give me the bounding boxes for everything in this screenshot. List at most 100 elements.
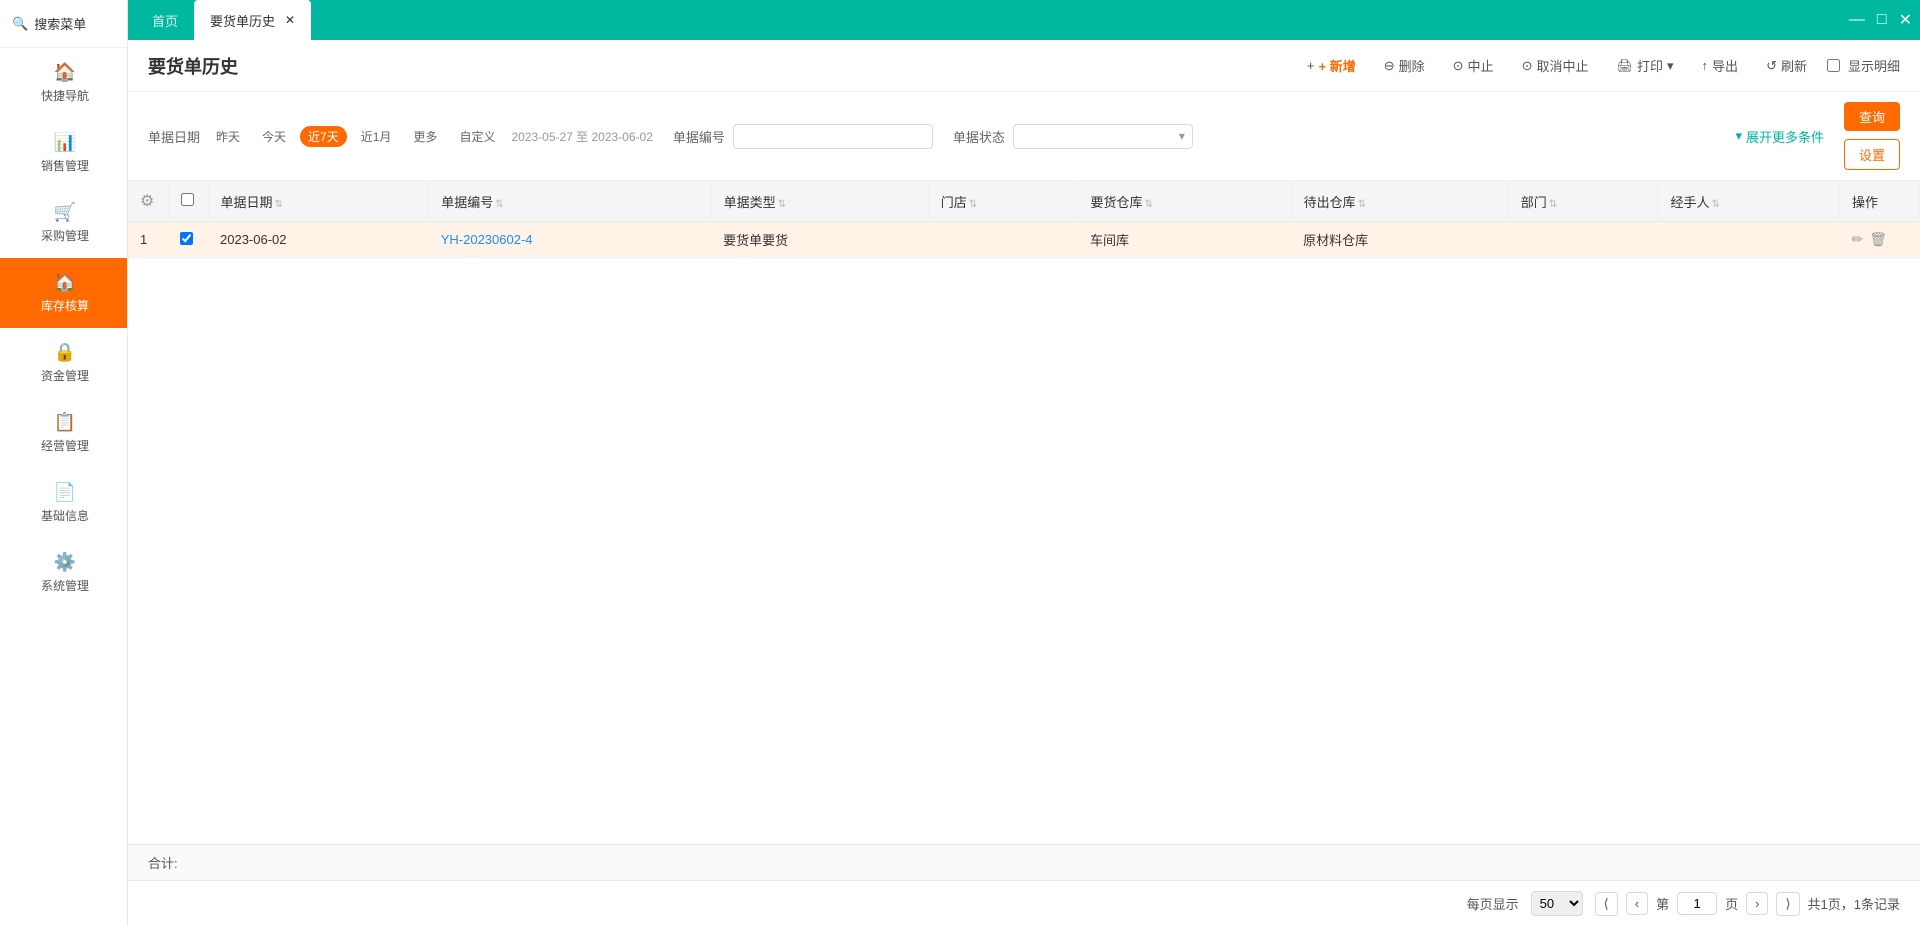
- sidebar-item-ops-mgmt[interactable]: 📋 经营管理: [0, 398, 127, 468]
- sidebar-item-label: 库存核算: [41, 297, 89, 314]
- req-warehouse-col-header: 要货仓库⇅: [1078, 181, 1291, 222]
- top-nav: 首页 要货单历史 ✕ — □ ✕: [128, 0, 1920, 40]
- doc-no-input[interactable]: [733, 124, 933, 149]
- export-label: 导出: [1712, 56, 1738, 75]
- doc-type-sort-icon[interactable]: ⇅: [778, 199, 786, 210]
- column-settings-icon[interactable]: ⚙: [140, 193, 154, 210]
- pending-warehouse-sort-icon[interactable]: ⇅: [1358, 199, 1366, 210]
- tab-requisition-label: 要货单历史: [210, 11, 275, 30]
- refresh-button[interactable]: ↺ 刷新: [1758, 52, 1815, 79]
- stop-button[interactable]: ⊙ 中止: [1445, 52, 1502, 79]
- store-sort-icon[interactable]: ⇅: [969, 199, 977, 210]
- expand-icon: ▾: [1735, 128, 1742, 144]
- status-label: 单据状态: [953, 127, 1005, 146]
- refresh-icon: ↺: [1766, 58, 1777, 74]
- date-tag-custom[interactable]: 自定义: [451, 126, 503, 147]
- add-button[interactable]: + + 新增: [1299, 52, 1364, 79]
- export-button[interactable]: ↑ 导出: [1694, 52, 1747, 79]
- main-table: ⚙ 单据日期⇅ 单据编号⇅ 单据类型⇅ 门店⇅: [128, 181, 1920, 258]
- doc-no-filter-group: 单据编号: [673, 124, 933, 149]
- lock-icon: 🔒: [54, 342, 76, 363]
- department-sort-icon[interactable]: ⇅: [1549, 199, 1557, 210]
- doc-icon: 📄: [54, 482, 76, 503]
- pending-warehouse-col-header: 待出仓库⇅: [1291, 181, 1508, 222]
- tab-home-label: 首页: [152, 11, 178, 30]
- row-doc-no: YH-20230602-4: [429, 222, 711, 258]
- filter-setting-button[interactable]: 设置: [1844, 139, 1900, 170]
- department-col-header: 部门⇅: [1508, 181, 1658, 222]
- window-controls: — □ ✕: [1849, 10, 1912, 30]
- pagination-total: 共1页，1条记录: [1808, 894, 1900, 913]
- search-menu-button[interactable]: 🔍 搜索菜单: [0, 0, 127, 48]
- delete-button[interactable]: ⊖ 删除: [1376, 52, 1433, 79]
- row-checkbox[interactable]: [180, 232, 193, 245]
- sidebar-item-finance-mgmt[interactable]: 🔒 资金管理: [0, 328, 127, 398]
- row-doc-type: 要货单要货: [711, 222, 928, 258]
- date-tag-more[interactable]: 更多: [405, 126, 445, 147]
- first-page-btn[interactable]: ⟨: [1595, 892, 1618, 916]
- show-detail-checkbox[interactable]: 显示明细: [1827, 56, 1900, 75]
- search-icon: 🔍: [12, 16, 28, 32]
- req-warehouse-sort-icon[interactable]: ⇅: [1144, 199, 1152, 210]
- page-end-label: 页: [1725, 894, 1738, 913]
- cancel-stop-button[interactable]: ⊙ 取消中止: [1514, 52, 1597, 79]
- row-handler: [1658, 222, 1840, 258]
- date-tag-1month[interactable]: 近1月: [353, 126, 400, 147]
- sidebar-item-sys-mgmt[interactable]: ⚙️ 系统管理: [0, 538, 127, 608]
- export-icon: ↑: [1702, 58, 1709, 73]
- minimize-icon[interactable]: —: [1849, 11, 1865, 29]
- page-number-input[interactable]: [1677, 892, 1717, 915]
- sidebar-item-base-info[interactable]: 📄 基础信息: [0, 468, 127, 538]
- sidebar-item-inventory-calc[interactable]: 🏠 库存核算: [0, 258, 127, 328]
- doc-date-sort-icon[interactable]: ⇅: [275, 199, 283, 210]
- status-filter-group: 单据状态: [953, 124, 1193, 149]
- maximize-icon[interactable]: □: [1877, 11, 1887, 29]
- stop-icon: ⊙: [1453, 58, 1464, 74]
- sidebar: 🔍 搜索菜单 🏠 快捷导航 📊 销售管理 🛒 采购管理 🏠 库存核算 🔒 资金管…: [0, 0, 128, 926]
- stop-label: 中止: [1468, 56, 1494, 75]
- sidebar-item-label: 采购管理: [41, 227, 89, 244]
- delete-action-icon[interactable]: 🗑: [1869, 231, 1887, 248]
- sidebar-item-quick-nav[interactable]: 🏠 快捷导航: [0, 48, 127, 118]
- print-button[interactable]: 🖨 打印 ▾: [1608, 52, 1681, 79]
- cart-icon: 🛒: [54, 202, 76, 223]
- doc-no-sort-icon[interactable]: ⇅: [495, 199, 503, 210]
- sidebar-item-purchase-mgmt[interactable]: 🛒 采购管理: [0, 188, 127, 258]
- chart-icon: 📊: [54, 132, 76, 153]
- date-tag-7days[interactable]: 近7天: [300, 126, 347, 147]
- table-area: ⚙ 单据日期⇅ 单据编号⇅ 单据类型⇅ 门店⇅: [128, 181, 1920, 844]
- select-all-checkbox[interactable]: [181, 193, 194, 206]
- sidebar-item-label: 快捷导航: [41, 87, 89, 104]
- edit-action-icon[interactable]: ✏: [1852, 231, 1864, 248]
- status-select[interactable]: [1013, 124, 1193, 149]
- sidebar-item-sales-mgmt[interactable]: 📊 销售管理: [0, 118, 127, 188]
- gear-icon: ⚙️: [54, 552, 76, 573]
- page-header: 要货单历史 + + 新增 ⊖ 删除 ⊙ 中止 ⊙ 取消中止 🖨 打印 ▾: [128, 40, 1920, 92]
- prev-page-btn[interactable]: ‹: [1626, 892, 1648, 915]
- tab-close-icon[interactable]: ✕: [285, 13, 295, 27]
- row-store: [928, 222, 1078, 258]
- add-icon: +: [1307, 58, 1315, 73]
- cancel-stop-label: 取消中止: [1536, 56, 1588, 75]
- last-page-btn[interactable]: ⟩: [1776, 892, 1799, 916]
- tab-home[interactable]: 首页: [136, 0, 194, 40]
- show-detail-input[interactable]: [1827, 59, 1840, 72]
- toolbar: + + 新增 ⊖ 删除 ⊙ 中止 ⊙ 取消中止 🖨 打印 ▾ ↑: [1299, 52, 1900, 79]
- handler-sort-icon[interactable]: ⇅: [1712, 199, 1720, 210]
- next-page-btn[interactable]: ›: [1746, 892, 1768, 915]
- query-button[interactable]: 查询: [1844, 102, 1900, 131]
- date-tag-yesterday[interactable]: 昨天: [208, 126, 248, 147]
- table-footer: 合计:: [128, 844, 1920, 880]
- sidebar-item-label: 销售管理: [41, 157, 89, 174]
- date-tag-today[interactable]: 今天: [254, 126, 294, 147]
- close-window-icon[interactable]: ✕: [1899, 10, 1912, 30]
- cancel-stop-icon: ⊙: [1522, 58, 1533, 74]
- expand-more-btn[interactable]: ▾ 展开更多条件: [1735, 127, 1824, 146]
- tab-requisition-history[interactable]: 要货单历史 ✕: [194, 0, 311, 40]
- page-size-select[interactable]: 50 100 200: [1531, 891, 1583, 916]
- page-label: 第: [1656, 894, 1669, 913]
- sidebar-item-label: 资金管理: [41, 367, 89, 384]
- page-size-label: 每页显示: [1467, 894, 1519, 913]
- doc-no-link[interactable]: YH-20230602-4: [441, 232, 533, 247]
- row-actions: ✏ 🗑: [1840, 222, 1920, 258]
